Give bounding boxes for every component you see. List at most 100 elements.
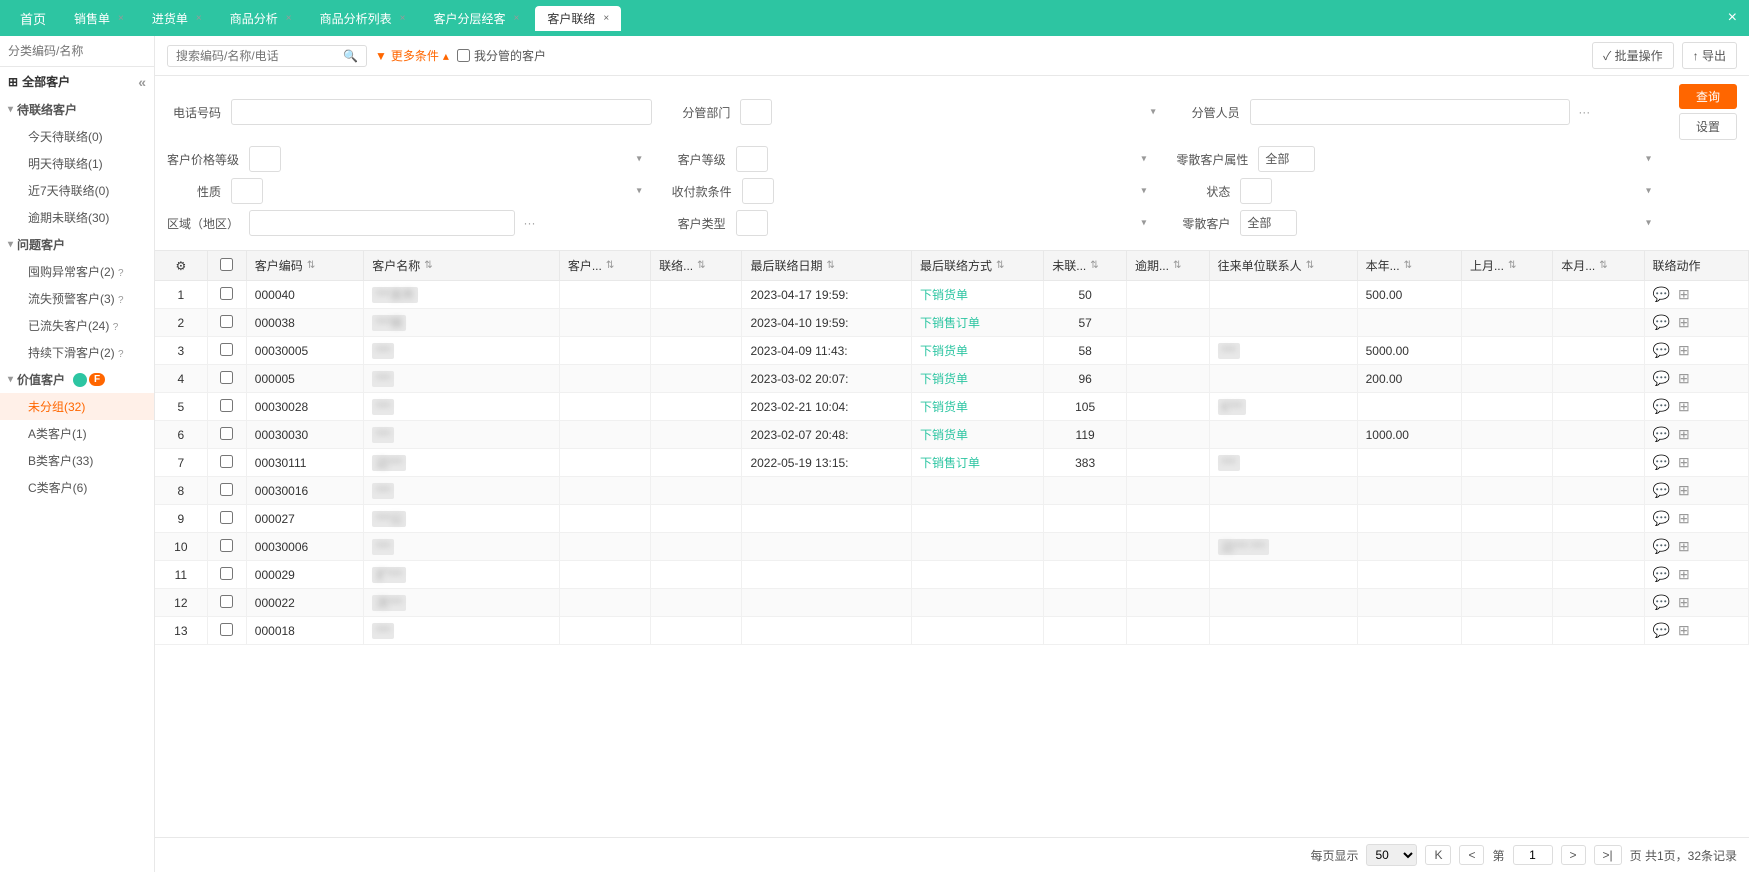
sidebar-group-problem[interactable]: ▾ 问题客户 [0,231,154,258]
search-icon[interactable]: 🔍 [343,49,358,63]
more-icon[interactable]: ⊞ [1678,370,1690,387]
sidebar-all-customers[interactable]: ⊞ 全部客户 « [0,67,154,96]
more-icon[interactable]: ⊞ [1678,426,1690,443]
sidebar-item-overdue[interactable]: 逾期未联络(30) [0,204,154,231]
payment-select[interactable] [742,178,774,204]
page-last-btn[interactable]: >| [1594,845,1622,865]
row-checkbox[interactable] [220,455,233,468]
dept-select[interactable] [740,99,772,125]
region-dots-btn[interactable]: ··· [519,216,539,230]
sidebar-search-input[interactable] [8,44,155,58]
more-icon[interactable]: ⊞ [1678,286,1690,303]
last-way-link[interactable]: 下销售订单 [920,456,980,470]
retail-select[interactable]: 全部 [1240,210,1297,236]
nature-select[interactable] [231,178,263,204]
th-this-year[interactable]: 本年...⇅ [1357,251,1461,281]
row-checkbox[interactable] [220,315,233,328]
close-purchase-tab[interactable]: × [196,13,202,24]
sort-code-icon[interactable]: ⇅ [307,260,315,271]
close-product-analysis-tab[interactable]: × [286,13,292,24]
th-not-contact[interactable]: 未联...⇅ [1044,251,1127,281]
filter-more-btn[interactable]: ▼ 更多条件 ▴ [375,47,449,64]
sort-way-icon[interactable]: ⇅ [996,260,1004,271]
more-icon[interactable]: ⊞ [1678,594,1690,611]
my-customer-checkbox[interactable] [457,49,470,62]
message-icon[interactable]: 💬 [1653,342,1670,359]
message-icon[interactable]: 💬 [1653,566,1670,583]
page-prev-btn[interactable]: < [1459,845,1484,865]
th-company-contact[interactable]: 往来单位联系人⇅ [1209,251,1357,281]
message-icon[interactable]: 💬 [1653,426,1670,443]
page-input[interactable] [1513,845,1553,865]
manager-input[interactable] [1250,99,1571,125]
sort-not-icon[interactable]: ⇅ [1090,260,1098,271]
th-overdue[interactable]: 逾期...⇅ [1126,251,1209,281]
sort-contact-icon[interactable]: ⇅ [697,260,705,271]
message-icon[interactable]: 💬 [1653,594,1670,611]
row-checkbox[interactable] [220,595,233,608]
nav-tab-customer-layer[interactable]: 客户分层经客 × [421,6,531,31]
message-icon[interactable]: 💬 [1653,398,1670,415]
message-icon[interactable]: 💬 [1653,370,1670,387]
more-icon[interactable]: ⊞ [1678,314,1690,331]
sort-lmonth-icon[interactable]: ⇅ [1508,260,1516,271]
row-checkbox[interactable] [220,623,233,636]
more-icon[interactable]: ⊞ [1678,538,1690,555]
nav-tab-product-analysis[interactable]: 商品分析 × [218,6,304,31]
my-customer-checkbox-wrap[interactable]: 我分管的客户 [457,47,546,64]
sidebar-group-pending[interactable]: ▾ 待联络客户 [0,96,154,123]
nav-tab-product-list[interactable]: 商品分析列表 × [308,6,418,31]
manager-dots-btn[interactable]: ··· [1574,105,1594,119]
sidebar-item-tomorrow[interactable]: 明天待联络(1) [0,150,154,177]
close-product-list-tab[interactable]: × [400,13,406,24]
th-contact[interactable]: 联络...⇅ [651,251,742,281]
row-checkbox[interactable] [220,399,233,412]
last-way-link[interactable]: 下销货单 [920,372,968,386]
last-way-link[interactable]: 下销货单 [920,400,968,414]
sort-date-icon[interactable]: ⇅ [826,260,834,271]
more-icon[interactable]: ⊞ [1678,566,1690,583]
query-btn[interactable]: 查询 [1679,84,1737,109]
retail-attr-select[interactable]: 全部 [1258,146,1315,172]
th-last-way[interactable]: 最后联络方式⇅ [912,251,1044,281]
close-customer-layer-tab[interactable]: × [513,13,519,24]
sort-tmonth-icon[interactable]: ⇅ [1599,260,1607,271]
sidebar-collapse-btn[interactable]: « [138,74,146,90]
price-level-select[interactable] [249,146,281,172]
row-checkbox[interactable] [220,287,233,300]
close-customer-contact-tab[interactable]: × [603,13,609,24]
sidebar-item-abnormal[interactable]: 囤购异常客户(2) ? [0,258,154,285]
sidebar-item-today[interactable]: 今天待联络(0) [0,123,154,150]
row-checkbox[interactable] [220,567,233,580]
more-icon[interactable]: ⊞ [1678,342,1690,359]
message-icon[interactable]: 💬 [1653,538,1670,555]
message-icon[interactable]: 💬 [1653,510,1670,527]
window-close-btn[interactable]: × [1724,5,1741,31]
phone-input[interactable] [231,99,652,125]
customer-type-select[interactable] [736,210,768,236]
export-btn[interactable]: ↑ 导出 [1682,42,1737,69]
more-icon[interactable]: ⊞ [1678,454,1690,471]
message-icon[interactable]: 💬 [1653,622,1670,639]
th-last-month[interactable]: 上月...⇅ [1461,251,1552,281]
status-select[interactable] [1240,178,1272,204]
th-last-date[interactable]: 最后联络日期⇅ [742,251,912,281]
sidebar-item-class-b[interactable]: B类客户(33) [0,447,154,474]
message-icon[interactable]: 💬 [1653,454,1670,471]
search-input[interactable] [176,49,339,63]
th-code[interactable]: 客户编码⇅ [246,251,363,281]
close-sales-tab[interactable]: × [118,13,124,24]
more-icon[interactable]: ⊞ [1678,398,1690,415]
row-checkbox[interactable] [220,427,233,440]
message-icon[interactable]: 💬 [1653,286,1670,303]
more-icon[interactable]: ⊞ [1678,510,1690,527]
sidebar-item-class-c[interactable]: C类客户(6) [0,474,154,501]
nav-tab-sales[interactable]: 销售单 × [62,6,136,31]
sidebar-item-ungroup[interactable]: 未分组(32) [0,393,154,420]
nav-home[interactable]: 首页 [8,5,58,32]
more-icon[interactable]: ⊞ [1678,622,1690,639]
sort-cat-icon[interactable]: ⇅ [606,260,614,271]
batch-btn[interactable]: ✓ 批量操作 [1592,42,1674,69]
message-icon[interactable]: 💬 [1653,314,1670,331]
reset-btn[interactable]: 设置 [1679,113,1737,140]
